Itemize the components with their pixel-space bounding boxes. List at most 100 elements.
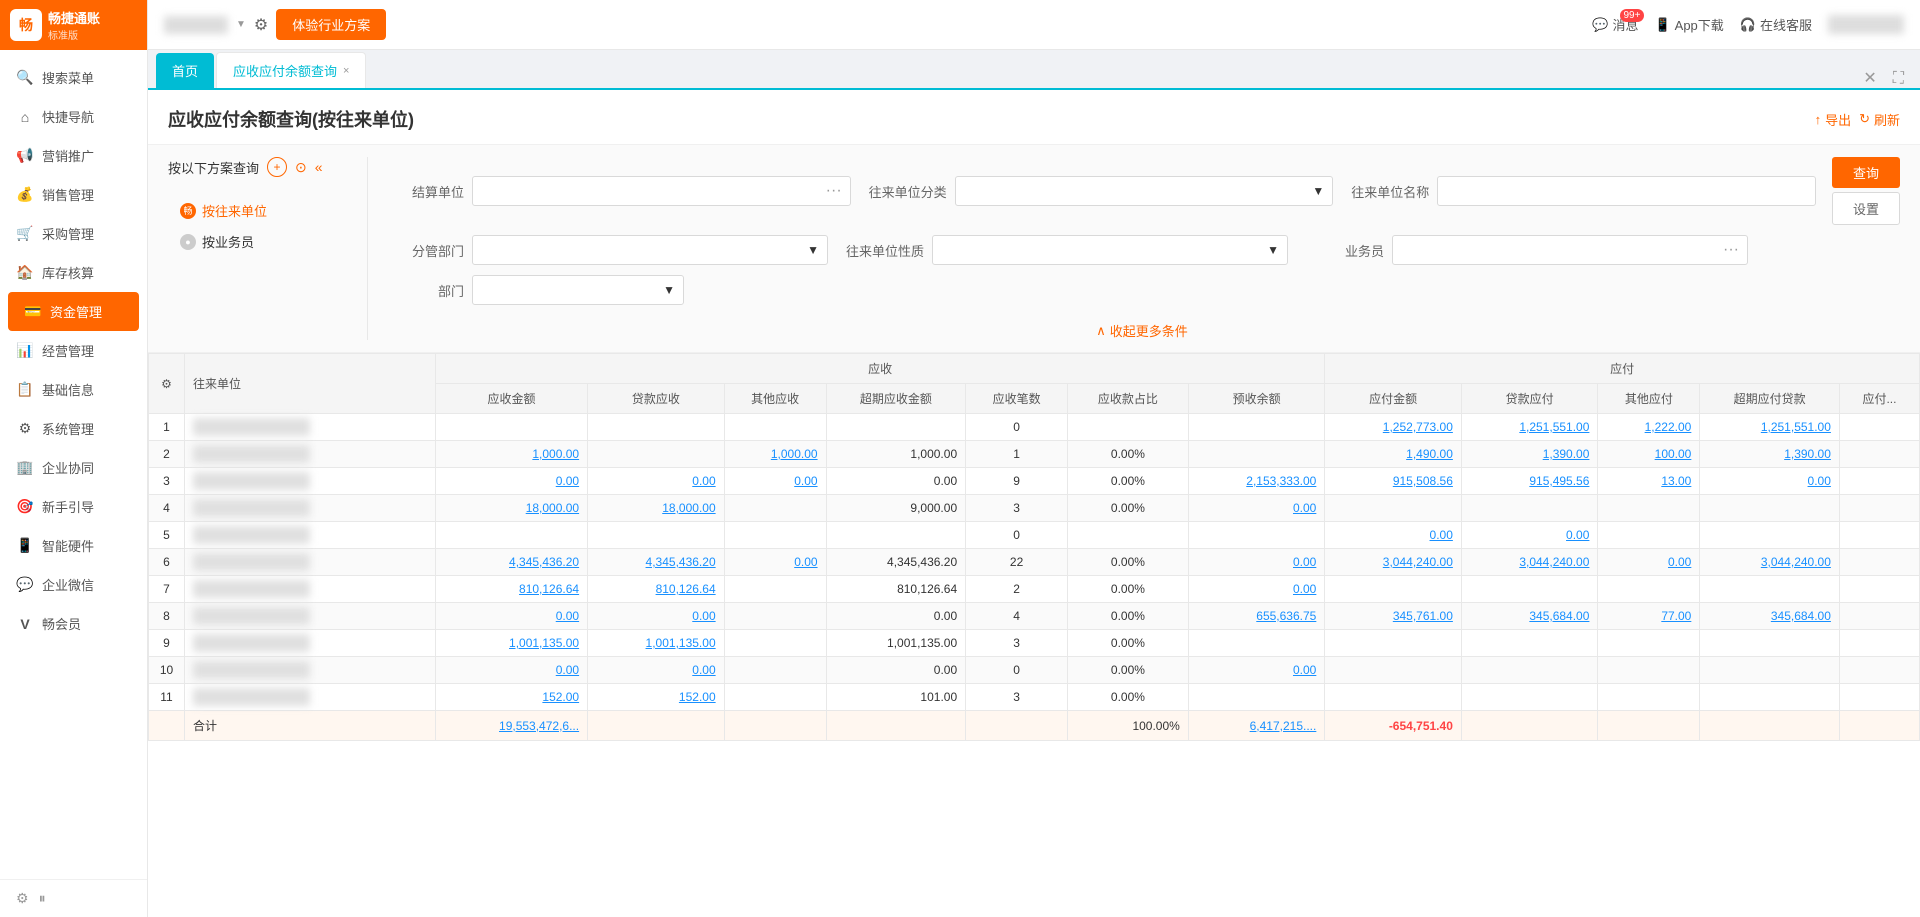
sidebar-item-guide[interactable]: 🎯 新手引导 bbox=[0, 487, 147, 526]
filter-nav-by-staff[interactable]: ● 按业务员 bbox=[168, 226, 288, 257]
table-cell[interactable]: 77.00 bbox=[1598, 603, 1700, 630]
sidebar-item-smart-hardware[interactable]: 📱 智能硬件 bbox=[0, 526, 147, 565]
table-cell[interactable] bbox=[724, 630, 826, 657]
collapse-more-btn[interactable]: ∧ 收起更多条件 bbox=[384, 321, 1900, 340]
unit-nature-select[interactable]: ▼ bbox=[932, 235, 1288, 265]
table-cell[interactable] bbox=[724, 522, 826, 549]
unit-name-input[interactable] bbox=[1437, 176, 1816, 206]
table-cell[interactable] bbox=[1700, 684, 1840, 711]
table-cell[interactable]: 0.00 bbox=[1598, 549, 1700, 576]
table-settings-icon[interactable]: ⚙ bbox=[149, 354, 185, 414]
table-cell[interactable]: 810,126.64 bbox=[588, 576, 725, 603]
salesperson-input[interactable]: ··· bbox=[1392, 235, 1748, 265]
table-cell[interactable] bbox=[1700, 576, 1840, 603]
unit-category-select[interactable]: ▼ bbox=[955, 176, 1334, 206]
table-cell[interactable] bbox=[1461, 576, 1598, 603]
app-download-btn[interactable]: 📱 App下载 bbox=[1654, 15, 1723, 34]
table-cell[interactable]: 915,495.56 bbox=[1461, 468, 1598, 495]
table-cell[interactable]: 345,684.00 bbox=[1700, 603, 1840, 630]
table-cell[interactable] bbox=[724, 576, 826, 603]
table-cell[interactable] bbox=[1188, 522, 1325, 549]
sidebar-item-funds[interactable]: 💳 资金管理 bbox=[8, 292, 139, 331]
tab-home[interactable]: 首页 bbox=[156, 53, 214, 88]
table-cell[interactable]: 100.00 bbox=[1598, 441, 1700, 468]
table-cell[interactable]: 810,126.64 bbox=[435, 576, 587, 603]
table-cell[interactable]: 1,222.00 bbox=[1598, 414, 1700, 441]
table-cell[interactable]: 0.00 bbox=[724, 468, 826, 495]
sidebar-item-enterprise[interactable]: 🏢 企业协同 bbox=[0, 448, 147, 487]
query-button[interactable]: 查询 bbox=[1832, 157, 1900, 188]
table-cell[interactable]: 0.00 bbox=[1461, 522, 1598, 549]
table-cell[interactable] bbox=[724, 414, 826, 441]
filter-collapse-icon[interactable]: « bbox=[315, 159, 323, 175]
gear-icon[interactable]: ⚙ bbox=[254, 15, 268, 35]
table-cell[interactable] bbox=[1461, 630, 1598, 657]
sidebar-item-basic-info[interactable]: 📋 基础信息 bbox=[0, 370, 147, 409]
table-cell[interactable]: 1,000.00 bbox=[724, 441, 826, 468]
sidebar-item-purchase[interactable]: 🛒 采购管理 bbox=[0, 214, 147, 253]
refresh-button[interactable]: ↻ 刷新 bbox=[1859, 110, 1900, 129]
table-cell[interactable]: 0.00 bbox=[588, 603, 725, 630]
table-cell[interactable]: 4,345,436.20 bbox=[435, 549, 587, 576]
table-cell[interactable] bbox=[588, 441, 725, 468]
table-cell[interactable] bbox=[1188, 684, 1325, 711]
filter-settings-icon[interactable]: ⊙ bbox=[295, 159, 307, 176]
sidebar-item-vip[interactable]: V 畅会员 bbox=[0, 604, 147, 643]
tab-ar-ap-query[interactable]: 应收应付余额查询 × bbox=[216, 52, 366, 88]
table-cell[interactable]: 0.00 bbox=[435, 468, 587, 495]
table-cell[interactable]: 18,000.00 bbox=[588, 495, 725, 522]
table-cell[interactable] bbox=[1325, 630, 1462, 657]
table-cell[interactable]: 0.00 bbox=[1700, 468, 1840, 495]
table-cell[interactable]: 1,252,773.00 bbox=[1325, 414, 1462, 441]
table-cell[interactable]: 655,636.75 bbox=[1188, 603, 1325, 630]
table-cell[interactable]: 1,390.00 bbox=[1461, 441, 1598, 468]
table-cell[interactable] bbox=[1325, 657, 1462, 684]
sidebar-item-operations[interactable]: 📊 经营管理 bbox=[0, 331, 147, 370]
sidebar-item-wechat[interactable]: 💬 企业微信 bbox=[0, 565, 147, 604]
dept-manage-select[interactable]: ▼ bbox=[472, 235, 828, 265]
message-badge[interactable]: 💬 消息 99+ bbox=[1592, 15, 1638, 34]
table-cell[interactable]: 0.00 bbox=[1325, 522, 1462, 549]
table-cell[interactable]: 345,684.00 bbox=[1461, 603, 1598, 630]
total-ar-prepaid[interactable]: 6,417,215.... bbox=[1188, 711, 1325, 741]
table-cell[interactable] bbox=[1188, 414, 1325, 441]
settle-unit-dots[interactable]: ··· bbox=[826, 182, 842, 200]
table-cell[interactable] bbox=[1188, 630, 1325, 657]
table-cell[interactable] bbox=[1461, 684, 1598, 711]
table-cell[interactable] bbox=[724, 657, 826, 684]
table-cell[interactable]: 0.00 bbox=[435, 603, 587, 630]
table-cell[interactable] bbox=[588, 414, 725, 441]
filter-add-icon[interactable]: + bbox=[267, 157, 287, 177]
online-service-btn[interactable]: 🎧 在线客服 bbox=[1740, 15, 1812, 34]
table-cell[interactable]: 1,251,551.00 bbox=[1700, 414, 1840, 441]
table-cell[interactable]: 0.00 bbox=[1188, 549, 1325, 576]
table-cell[interactable] bbox=[1700, 495, 1840, 522]
table-cell[interactable]: 0.00 bbox=[1188, 576, 1325, 603]
table-cell[interactable]: 915,508.56 bbox=[1325, 468, 1462, 495]
table-cell[interactable] bbox=[724, 603, 826, 630]
salesperson-dots[interactable]: ··· bbox=[1723, 241, 1739, 259]
table-cell[interactable]: 0.00 bbox=[435, 657, 587, 684]
filter-nav-by-unit[interactable]: 畅 按往来单位 bbox=[168, 195, 288, 226]
table-cell[interactable]: 3,044,240.00 bbox=[1325, 549, 1462, 576]
table-cell[interactable] bbox=[1188, 441, 1325, 468]
collapse-sidebar-icon[interactable]: ⏸ bbox=[39, 890, 46, 907]
table-cell[interactable] bbox=[1598, 657, 1700, 684]
table-cell[interactable] bbox=[1700, 630, 1840, 657]
table-cell[interactable]: 1,000.00 bbox=[435, 441, 587, 468]
export-button[interactable]: ↑ 导出 bbox=[1815, 110, 1852, 129]
table-cell[interactable]: 345,761.00 bbox=[1325, 603, 1462, 630]
dept-select[interactable]: ▼ bbox=[472, 275, 684, 305]
sidebar-item-search-menu[interactable]: 🔍 搜索菜单 bbox=[0, 58, 147, 97]
total-ar-amount[interactable]: 19,553,472,6... bbox=[435, 711, 587, 741]
table-cell[interactable]: 0.00 bbox=[1188, 657, 1325, 684]
table-cell[interactable]: 3,044,240.00 bbox=[1700, 549, 1840, 576]
sidebar-item-quick-nav[interactable]: ⌂ 快捷导航 bbox=[0, 97, 147, 136]
table-cell[interactable]: 1,001,135.00 bbox=[435, 630, 587, 657]
table-cell[interactable] bbox=[1700, 522, 1840, 549]
settings-button[interactable]: 设置 bbox=[1832, 192, 1900, 225]
table-cell[interactable]: 0.00 bbox=[588, 657, 725, 684]
table-cell[interactable] bbox=[1598, 576, 1700, 603]
table-cell[interactable]: 1,490.00 bbox=[1325, 441, 1462, 468]
table-cell[interactable]: 3,044,240.00 bbox=[1461, 549, 1598, 576]
